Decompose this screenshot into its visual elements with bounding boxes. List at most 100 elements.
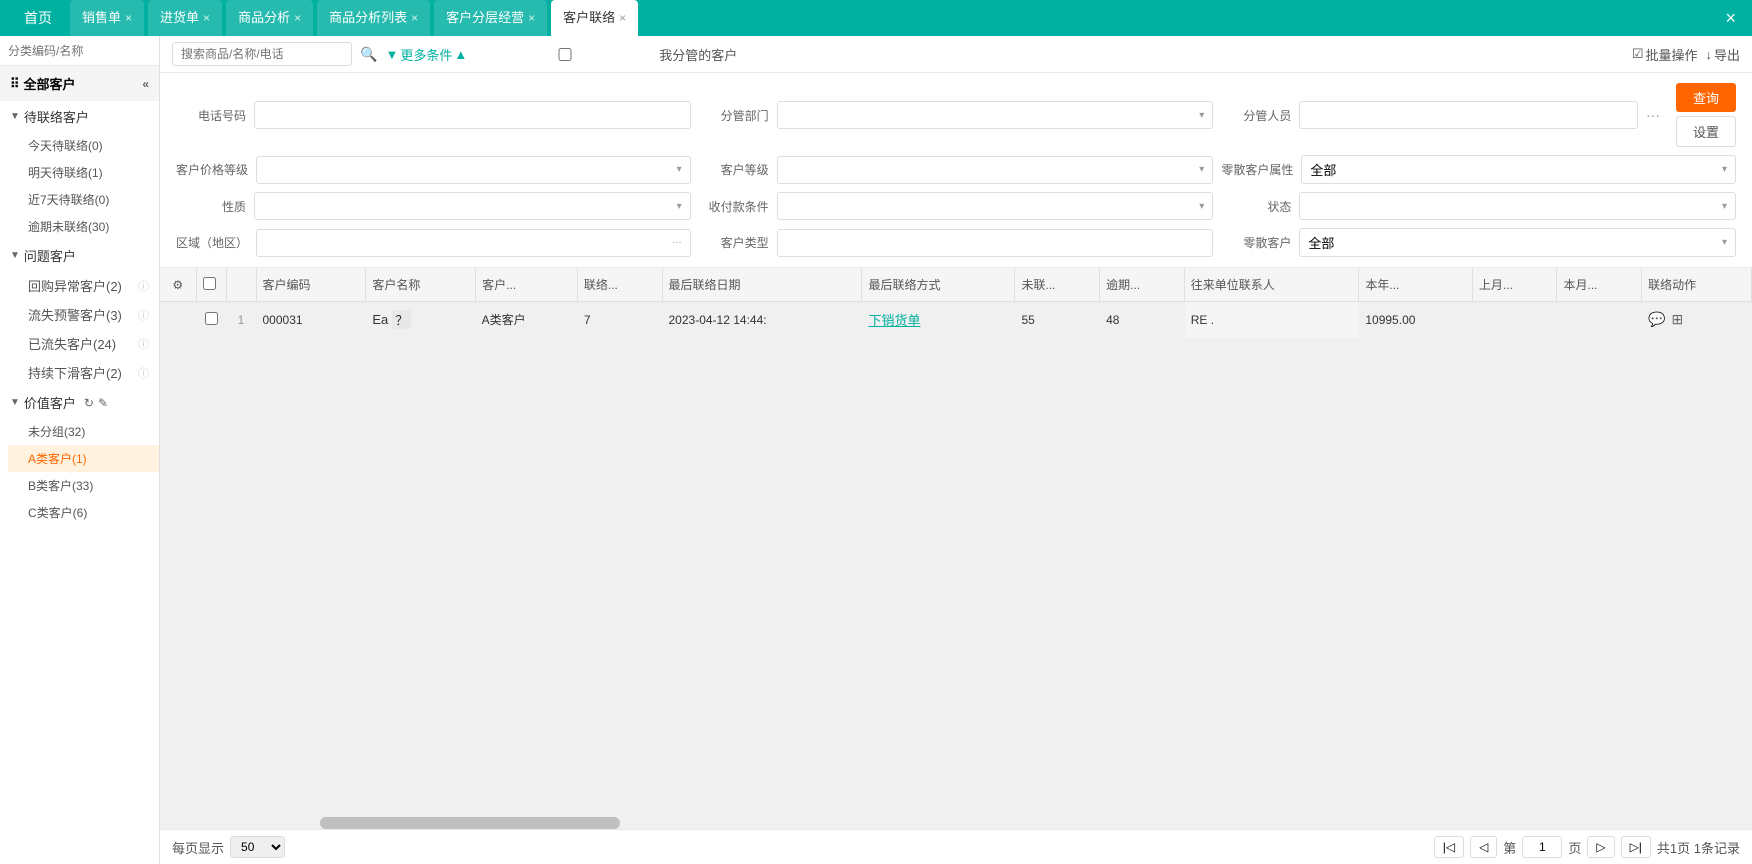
sidebar-all-customers-header[interactable]: ⠿ 全部客户 «: [0, 66, 159, 101]
next-page-button[interactable]: ▷: [1587, 836, 1614, 858]
nature-label: 性质: [176, 198, 246, 215]
th-last-contact-method[interactable]: 最后联络方式: [862, 268, 1015, 302]
horizontal-scrollbar[interactable]: [160, 817, 1752, 829]
my-customers-checkbox[interactable]: [475, 48, 655, 61]
last-page-button[interactable]: ▷|: [1621, 836, 1651, 858]
status-select[interactable]: ▾: [1299, 192, 1736, 220]
export-icon: ↓: [1705, 47, 1712, 62]
sidebar-item-overdue[interactable]: 逾期未联络(30): [8, 213, 159, 240]
select-all-checkbox[interactable]: [203, 277, 216, 290]
customer-type-input[interactable]: [777, 229, 1214, 257]
nav-tab-customer-segment[interactable]: 客户分层经营 ×: [434, 0, 547, 36]
window-close-button[interactable]: ×: [1717, 8, 1744, 29]
dept-select[interactable]: ▾: [777, 101, 1214, 129]
row-checkbox[interactable]: [205, 312, 218, 325]
retail-attr-select[interactable]: 全部▾: [1301, 155, 1736, 184]
page-input[interactable]: [1522, 836, 1562, 858]
my-customers-checkbox-label[interactable]: 我分管的客户: [475, 45, 737, 64]
th-last-contact-date[interactable]: 最后联络日期: [662, 268, 862, 302]
table-container: ⚙ 客户编码 客户名称 客户... 联络... 最后联络日期 最后联络方式 未联…: [160, 268, 1752, 817]
customer-level-select[interactable]: ▾: [777, 156, 1214, 184]
th-checkbox[interactable]: [196, 268, 226, 302]
sidebar-item-c-class[interactable]: C类客户(6): [8, 499, 159, 526]
payment-select[interactable]: ▾: [777, 192, 1214, 220]
th-this-month[interactable]: 本月...: [1557, 268, 1642, 302]
more-filter-button[interactable]: ▼ 更多条件 ▲: [385, 45, 467, 64]
sidebar-item-b-class[interactable]: B类客户(33): [8, 472, 159, 499]
export-button[interactable]: ↓ 导出: [1705, 45, 1740, 64]
nature-select[interactable]: ▾: [254, 192, 691, 220]
th-level[interactable]: 客户...: [476, 268, 578, 302]
nav-tab-purchase-close[interactable]: ×: [203, 0, 210, 36]
th-overdue[interactable]: 逾期...: [1100, 268, 1185, 302]
nav-tab-customer-contact-close[interactable]: ×: [619, 0, 626, 36]
prev-page-button[interactable]: ◁: [1470, 836, 1497, 858]
sidebar-section-pending-title[interactable]: ▼ 待联络客户: [0, 101, 159, 132]
sidebar-item-churned[interactable]: 已流失客户(24) ⓘ: [8, 329, 159, 358]
all-customers-label: 全部客户: [24, 74, 76, 93]
th-settings[interactable]: ⚙: [160, 268, 196, 302]
sidebar-item-today[interactable]: 今天待联络(0): [8, 132, 159, 159]
person-dots-button[interactable]: ···: [1646, 107, 1660, 123]
first-page-button[interactable]: |◁: [1434, 836, 1464, 858]
search-button[interactable]: 🔍: [360, 46, 377, 63]
person-input[interactable]: [1299, 101, 1638, 129]
sidebar-search-input[interactable]: [8, 44, 160, 58]
price-level-select[interactable]: ▾: [256, 156, 691, 184]
filter-price-level: 客户价格等级 ▾: [176, 155, 691, 184]
th-last-month[interactable]: 上月...: [1472, 268, 1557, 302]
nav-tab-customer-segment-close[interactable]: ×: [528, 0, 535, 36]
page-of-label: 页: [1568, 838, 1581, 857]
grid-view-icon[interactable]: ⊞: [1672, 311, 1684, 328]
sidebar-item-tomorrow[interactable]: 明天待联络(1): [8, 159, 159, 186]
last-contact-method-link[interactable]: 下销货单: [868, 313, 920, 328]
region-select[interactable]: ···: [256, 229, 691, 257]
phone-label: 电话号码: [176, 107, 246, 124]
nav-tab-analysis-list-close[interactable]: ×: [411, 0, 418, 36]
search-input[interactable]: [172, 42, 352, 66]
retail-attr-label: 零散客户属性: [1221, 161, 1293, 178]
batch-operation-button[interactable]: ☑ 批量操作: [1632, 45, 1698, 64]
sidebar-item-ungrouped[interactable]: 未分组(32): [8, 418, 159, 445]
settings-button[interactable]: 设置: [1676, 116, 1736, 147]
th-this-year[interactable]: 本年...: [1359, 268, 1473, 302]
td-last-month: [1472, 302, 1557, 339]
nav-tab-sales-close[interactable]: ×: [125, 0, 132, 36]
th-not-contacted[interactable]: 未联...: [1015, 268, 1100, 302]
total-records-label: 共1页 1条记录: [1657, 838, 1740, 857]
sidebar-item-week[interactable]: 近7天待联络(0): [8, 186, 159, 213]
nav-tab-purchase[interactable]: 进货单 ×: [148, 0, 222, 36]
region-label: 区域（地区）: [176, 234, 248, 251]
nav-home[interactable]: 首页: [8, 0, 68, 36]
value-refresh-icon[interactable]: ↻: [84, 396, 94, 410]
value-edit-icon[interactable]: ✎: [98, 396, 108, 410]
sidebar-item-churn-warning[interactable]: 流失预警客户(3) ⓘ: [8, 300, 159, 329]
scrollbar-thumb[interactable]: [320, 817, 620, 829]
per-page-select[interactable]: 50 100 200: [230, 836, 285, 858]
phone-input[interactable]: [254, 101, 691, 129]
td-name: Ea ？: [366, 302, 475, 338]
nav-tab-customer-contact-label: 客户联络: [563, 0, 615, 36]
td-last-contact-method[interactable]: 下销货单: [862, 302, 1015, 339]
nav-tab-sales[interactable]: 销售单 ×: [70, 0, 144, 36]
td-checkbox[interactable]: [196, 302, 226, 339]
sidebar-item-a-class[interactable]: A类客户(1): [8, 445, 159, 472]
th-name[interactable]: 客户名称: [366, 268, 476, 302]
retail-customer-select[interactable]: 全部▾: [1299, 228, 1736, 257]
sidebar-section-value-title[interactable]: ▼ 价值客户 ↻ ✎: [0, 387, 159, 418]
nav-tab-analysis-close[interactable]: ×: [294, 0, 301, 36]
th-code[interactable]: 客户编码: [256, 268, 366, 302]
nav-tab-analysis-list[interactable]: 商品分析列表 ×: [317, 0, 430, 36]
sidebar-section-problem-title[interactable]: ▼ 问题客户: [0, 240, 159, 271]
retail-customer-label: 零散客户: [1221, 234, 1291, 251]
query-button[interactable]: 查询: [1676, 83, 1736, 112]
nav-tab-customer-contact[interactable]: 客户联络 ×: [551, 0, 638, 36]
th-unit-contact[interactable]: 往来单位联系人: [1184, 268, 1359, 302]
th-contact-count[interactable]: 联络...: [577, 268, 662, 302]
sidebar-item-repurchase-abnormal[interactable]: 回购异常客户(2) ⓘ: [8, 271, 159, 300]
sidebar-collapse-icon[interactable]: «: [142, 77, 149, 91]
sidebar-item-declining[interactable]: 持续下滑客户(2) ⓘ: [8, 358, 159, 387]
chat-icon[interactable]: 💬: [1648, 311, 1665, 328]
filter-icon: ▼: [385, 47, 398, 62]
nav-tab-analysis[interactable]: 商品分析 ×: [226, 0, 313, 36]
